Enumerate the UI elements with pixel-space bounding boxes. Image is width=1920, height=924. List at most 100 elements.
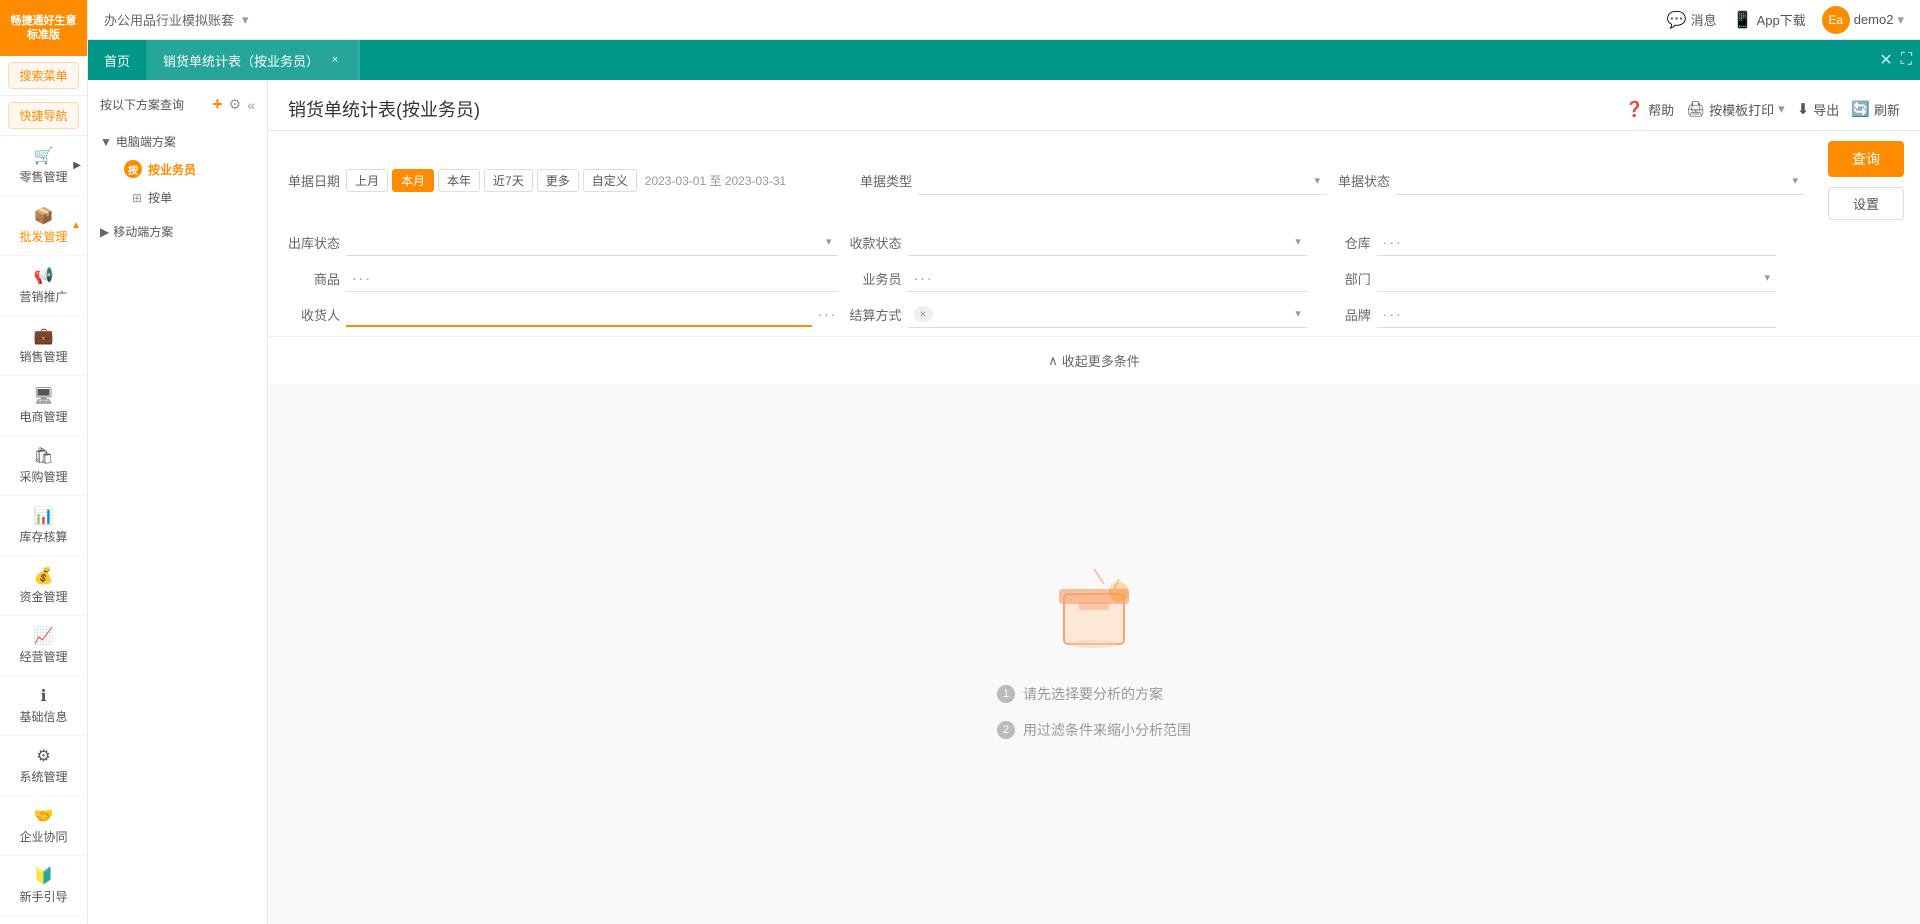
date-this-year-btn[interactable]: 本年 [438, 169, 480, 192]
date-last7-btn[interactable]: 近7天 [484, 169, 533, 192]
user-name: demo2 [1854, 12, 1894, 27]
doc-status-label: 单据状态 [1334, 171, 1390, 190]
stock-status-select[interactable]: ▾ [346, 228, 838, 256]
left-panel-header: 按以下方案查询 + ⚙ « [88, 88, 267, 121]
print-icon: 🖨 [1686, 100, 1705, 118]
sidebar-item-retail[interactable]: 🛒 零售管理 ▶ [0, 136, 87, 196]
pc-scheme-group: ▼ 电脑端方案 按 按业务员 ⊞ 按单 [88, 125, 267, 215]
help-button[interactable]: ❓ 帮助 [1625, 100, 1674, 119]
retail-icon: 🛒 [34, 146, 54, 166]
salesman-dots: ··· [914, 270, 934, 286]
payment-select[interactable]: × ▾ [908, 300, 1307, 328]
account-dropdown-icon[interactable]: ▾ [242, 12, 249, 28]
sidebar-item-finance[interactable]: 💰 资金管理 [0, 556, 87, 616]
brand-label: 品牌 [1315, 305, 1371, 324]
refresh-label: 刷新 [1874, 100, 1900, 119]
sidebar-item-sales[interactable]: 💼 销售管理 [0, 316, 87, 376]
sidebar-item-stock[interactable]: 📊 库存核算 [0, 496, 87, 556]
logo-text: 畅捷通好生意 标准版 [11, 14, 77, 43]
newuser-icon: 🔰 [34, 866, 54, 886]
goods-select[interactable]: ··· [346, 264, 838, 292]
sidebar-item-appcenter[interactable]: 📱 应用中心 [0, 916, 87, 924]
pay-status-arrow: ▾ [1295, 235, 1301, 248]
sidebar-item-enterprise-label: 企业协同 [19, 828, 67, 845]
receiver-dots: ··· [818, 306, 838, 322]
tab-close-button[interactable]: × [327, 52, 343, 68]
pc-scheme-header[interactable]: ▼ 电脑端方案 [100, 129, 255, 154]
sidebar-item-retail-label: 零售管理 [19, 168, 67, 185]
tab-home[interactable]: 首页 [88, 40, 147, 80]
payment-tag-close[interactable]: × [920, 307, 927, 321]
tab-right-buttons: ✕ ⛶ [1879, 50, 1920, 70]
export-button[interactable]: ⬇ 导出 [1797, 100, 1840, 119]
sidebar-item-wholesale[interactable]: 📦 批发管理 ▲ [0, 196, 87, 256]
mobile-scheme-arrow: ▶ [100, 225, 109, 239]
search-menu-button[interactable]: 搜索菜单 [8, 62, 79, 89]
scheme-sub-item-label: 按单 [148, 189, 172, 206]
quick-nav-button[interactable]: 快捷导航 [8, 102, 79, 129]
sidebar-item-ecommerce[interactable]: 🖥 电商管理 [0, 376, 87, 436]
finance-icon: 💰 [34, 566, 54, 586]
export-label: 导出 [1813, 100, 1839, 119]
salesman-select[interactable]: ··· [908, 264, 1307, 292]
window-close-button[interactable]: ✕ [1879, 50, 1892, 70]
collapse-panel-button[interactable]: « [247, 97, 255, 113]
sidebar-item-marketing-label: 营销推广 [19, 288, 67, 305]
receiver-input[interactable] [346, 302, 812, 327]
tab-home-label: 首页 [104, 51, 130, 70]
mobile-scheme-header[interactable]: ▶ 移动端方案 [100, 219, 255, 244]
warehouse-dots: ··· [1383, 234, 1403, 250]
settings-scheme-button[interactable]: ⚙ [229, 96, 242, 113]
date-this-month-btn[interactable]: 本月 [392, 169, 434, 192]
export-icon: ⬇ [1797, 100, 1810, 118]
message-button[interactable]: 💬 消息 [1667, 10, 1717, 30]
query-button[interactable]: 查询 [1828, 141, 1904, 177]
sidebar: 畅捷通好生意 标准版 搜索菜单 快捷导航 🛒 零售管理 ▶ 📦 批发管理 ▲ 📢… [0, 0, 88, 924]
tip-text-1: 请先选择要分析的方案 [1023, 680, 1163, 708]
brand-select[interactable]: ··· [1377, 300, 1776, 328]
sidebar-item-purchase[interactable]: 🛍 采购管理 [0, 436, 87, 496]
collapse-button[interactable]: ∧ 收起更多条件 [1048, 343, 1140, 378]
scheme-sub-item-order[interactable]: ⊞ 按单 [100, 184, 255, 211]
collapse-icon: ∧ [1048, 353, 1058, 369]
sidebar-item-system[interactable]: ⚙ 系统管理 [0, 736, 87, 796]
sidebar-item-marketing[interactable]: 📢 营销推广 [0, 256, 87, 316]
user-menu[interactable]: Ea demo2 ▾ [1822, 6, 1904, 34]
empty-content: 1 请先选择要分析的方案 2 用过滤条件来缩小分析范围 [997, 564, 1191, 744]
retail-arrow: ▶ [73, 160, 81, 171]
sidebar-item-newuser-label: 新手引导 [19, 888, 67, 905]
sidebar-item-basic[interactable]: ℹ 基础信息 [0, 676, 87, 736]
print-button[interactable]: 🖨 按模板打印 ▾ [1686, 100, 1785, 119]
refresh-button[interactable]: 🔄 刷新 [1851, 100, 1900, 119]
sidebar-item-enterprise[interactable]: 🤝 企业协同 [0, 796, 87, 856]
receiver-label: 收货人 [284, 305, 340, 324]
sidebar-item-finance-label: 资金管理 [19, 588, 67, 605]
date-custom-btn[interactable]: 自定义 [583, 169, 637, 192]
scheme-item-salesman-label: 按业务员 [148, 161, 196, 178]
wholesale-icon: 📦 [34, 206, 54, 226]
warehouse-select[interactable]: ··· [1377, 228, 1776, 256]
doc-status-select[interactable]: ▾ [1396, 167, 1804, 195]
scheme-item-salesman[interactable]: 按 按业务员 [100, 154, 255, 184]
payment-tag: × [914, 306, 933, 322]
system-icon: ⚙ [36, 746, 50, 766]
add-scheme-button[interactable]: + [212, 94, 223, 115]
dept-select[interactable]: ▾ [1377, 264, 1776, 292]
pay-status-select[interactable]: ▾ [908, 228, 1307, 256]
warehouse-label: 仓库 [1315, 233, 1371, 252]
date-last-month-btn[interactable]: 上月 [346, 169, 388, 192]
date-more-btn[interactable]: 更多 [537, 169, 579, 192]
app-download-icon: 📱 [1733, 10, 1753, 30]
salesman-label: 业务员 [846, 269, 902, 288]
dept-label: 部门 [1315, 269, 1371, 288]
doc-type-select[interactable]: ▾ [918, 167, 1326, 195]
tab-sales-stats[interactable]: 销货单统计表（按业务员） × [147, 40, 360, 80]
settings-button[interactable]: 设置 [1828, 187, 1904, 220]
main-area: 办公用品行业模拟账套 ▾ 💬 消息 📱 App下载 Ea demo2 ▾ 首 [88, 0, 1920, 924]
collapse-label: 收起更多条件 [1062, 351, 1140, 370]
sidebar-item-operations[interactable]: 📈 经营管理 [0, 616, 87, 676]
window-expand-button[interactable]: ⛶ [1901, 51, 1912, 69]
content-area: 按以下方案查询 + ⚙ « ▼ 电脑端方案 按 按业务员 [88, 80, 1920, 924]
sidebar-item-newuser[interactable]: 🔰 新手引导 [0, 856, 87, 916]
app-download-button[interactable]: 📱 App下载 [1733, 10, 1806, 30]
